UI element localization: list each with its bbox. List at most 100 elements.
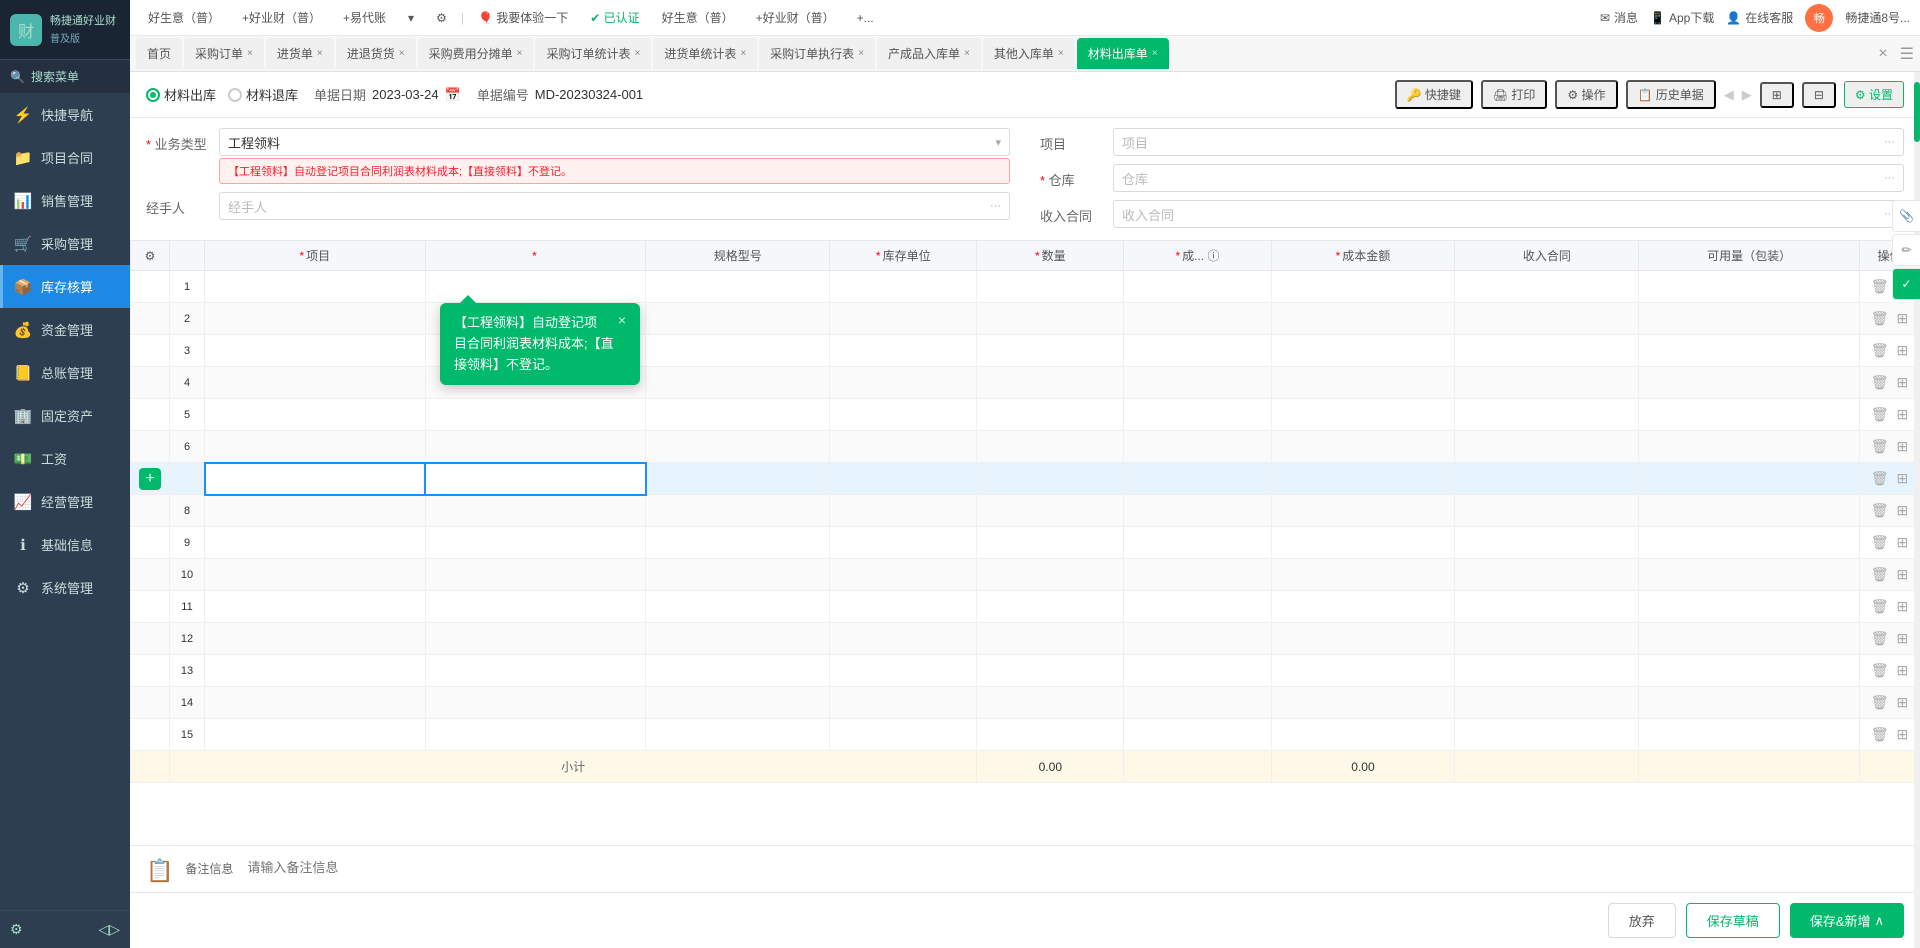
date-value[interactable]: 2023-03-24	[372, 87, 439, 102]
row-material[interactable]	[425, 527, 646, 559]
tab-finished-goods[interactable]: 产成品入库单 ×	[877, 38, 981, 69]
print-btn[interactable]: 🖨 打印	[1481, 80, 1548, 109]
row-project[interactable]	[205, 335, 426, 367]
warehouse-input[interactable]: 仓库 ···	[1113, 164, 1904, 192]
row-delete-btn[interactable]: 🗑	[1867, 692, 1893, 713]
row-spec[interactable]	[646, 335, 830, 367]
row-cost-amount[interactable]	[1271, 687, 1455, 719]
row-cost-amount[interactable]	[1271, 559, 1455, 591]
row-spec[interactable]	[646, 591, 830, 623]
row-cost[interactable]	[1124, 367, 1271, 399]
sidebar-item-project[interactable]: 📁 项目合同	[0, 136, 130, 179]
tab-order-exec[interactable]: 采购订单执行表 ×	[759, 38, 875, 69]
row-income-contract[interactable]	[1455, 399, 1639, 431]
discard-button[interactable]: 放弃	[1608, 903, 1676, 938]
row-available[interactable]	[1639, 655, 1860, 687]
row-qty[interactable]	[977, 271, 1124, 303]
topbar-good-biz[interactable]: 好生意（普）	[140, 5, 228, 30]
row-delete-btn[interactable]: 🗑	[1867, 436, 1893, 457]
row-project[interactable]	[205, 495, 426, 527]
tab-close-goods-receipt[interactable]: ×	[317, 48, 323, 59]
row-copy-btn[interactable]: ⊞	[1893, 372, 1913, 393]
row-delete-btn[interactable]: 🗑	[1867, 404, 1893, 425]
row-spec[interactable]	[646, 495, 830, 527]
row-material[interactable]	[425, 271, 646, 303]
sidebar-item-sales[interactable]: 📊 销售管理	[0, 179, 130, 222]
row-cost-amount[interactable]	[1271, 463, 1455, 495]
settings-col-header[interactable]: ⚙	[131, 241, 170, 271]
row-cost[interactable]	[1124, 719, 1271, 751]
row-material-active[interactable]	[425, 463, 646, 495]
row-spec[interactable]	[646, 431, 830, 463]
row-copy-btn[interactable]: ⊞	[1893, 500, 1913, 521]
row-material[interactable]	[425, 495, 646, 527]
row-income-contract[interactable]	[1455, 463, 1639, 495]
row-available[interactable]	[1639, 687, 1860, 719]
row-cost[interactable]	[1124, 271, 1271, 303]
row-available[interactable]	[1639, 495, 1860, 527]
row-copy-btn[interactable]: ⊞	[1893, 596, 1913, 617]
row-cost-amount[interactable]	[1271, 591, 1455, 623]
row-available[interactable]	[1639, 399, 1860, 431]
row-material[interactable]	[425, 655, 646, 687]
row-available[interactable]	[1639, 431, 1860, 463]
row-delete-btn[interactable]: 🗑	[1867, 372, 1893, 393]
topbar-settings-btn[interactable]: ⚙	[428, 7, 455, 29]
row-unit[interactable]	[830, 463, 977, 495]
tab-goods-receipt[interactable]: 进货单 ×	[266, 38, 334, 69]
sidebar-item-purchase[interactable]: 🛒 采购管理	[0, 222, 130, 265]
row-copy-btn[interactable]: ⊞	[1893, 340, 1913, 361]
sidebar-settings-btn[interactable]: ⚙	[10, 921, 23, 938]
sidebar-item-quicknav[interactable]: ⚡ 快捷导航	[0, 93, 130, 136]
tab-purchase-order[interactable]: 采购订单 ×	[184, 38, 264, 69]
row-spec[interactable]	[646, 463, 830, 495]
layout-btn2[interactable]: ⊟	[1802, 82, 1836, 108]
row-available[interactable]	[1639, 335, 1860, 367]
row-cost[interactable]	[1124, 463, 1271, 495]
row-project-active[interactable]	[205, 463, 426, 495]
right-tool-edit[interactable]: ✏	[1892, 234, 1920, 266]
row-spec[interactable]	[646, 303, 830, 335]
row-spec[interactable]	[646, 527, 830, 559]
row-cost[interactable]	[1124, 495, 1271, 527]
row-available[interactable]	[1639, 591, 1860, 623]
row-project[interactable]	[205, 687, 426, 719]
tab-menu-btn[interactable]: ☰	[1900, 44, 1914, 64]
sidebar-item-assets[interactable]: 🏢 固定资产	[0, 394, 130, 437]
operations-btn[interactable]: ⚙ 操作	[1555, 80, 1617, 109]
row-delete-btn[interactable]: 🗑	[1867, 308, 1893, 329]
row-qty[interactable]	[977, 655, 1124, 687]
row-project[interactable]	[205, 591, 426, 623]
row-material[interactable]	[425, 687, 646, 719]
save-new-button[interactable]: 保存&新增 ∧	[1790, 903, 1904, 938]
row-project[interactable]	[205, 431, 426, 463]
row-delete-btn[interactable]: 🗑	[1867, 340, 1893, 361]
row-material[interactable]	[425, 431, 646, 463]
calendar-icon[interactable]: 📅	[445, 87, 461, 103]
row-qty[interactable]	[977, 719, 1124, 751]
radio-material-return[interactable]: 材料退库	[228, 85, 298, 104]
sidebar-item-operations[interactable]: 📈 经营管理	[0, 480, 130, 523]
row-income-contract[interactable]	[1455, 271, 1639, 303]
row-delete-btn[interactable]: 🗑	[1867, 564, 1893, 585]
row-cost-amount[interactable]	[1271, 399, 1455, 431]
sidebar-item-basics[interactable]: ℹ 基础信息	[0, 523, 130, 566]
row-cost[interactable]	[1124, 623, 1271, 655]
row-unit[interactable]	[830, 591, 977, 623]
row-copy-btn[interactable]: ⊞	[1893, 660, 1913, 681]
row-unit[interactable]	[830, 559, 977, 591]
right-tool-active[interactable]: ✓	[1892, 268, 1920, 300]
row-unit[interactable]	[830, 367, 977, 399]
income-contract-input[interactable]: 收入合同 ···	[1113, 200, 1904, 228]
row-unit[interactable]	[830, 399, 977, 431]
topbar-online-service[interactable]: 👤 在线客服	[1726, 9, 1793, 26]
row-delete-btn[interactable]: 🗑	[1867, 660, 1893, 681]
topbar-easy-account[interactable]: +易代账	[335, 5, 394, 30]
tab-close-return[interactable]: ×	[399, 48, 405, 59]
row-qty[interactable]	[977, 463, 1124, 495]
row-cost-amount[interactable]	[1271, 655, 1455, 687]
row-unit[interactable]	[830, 271, 977, 303]
row-cost[interactable]	[1124, 431, 1271, 463]
row-unit[interactable]	[830, 527, 977, 559]
tab-close-order-exec[interactable]: ×	[858, 48, 864, 59]
